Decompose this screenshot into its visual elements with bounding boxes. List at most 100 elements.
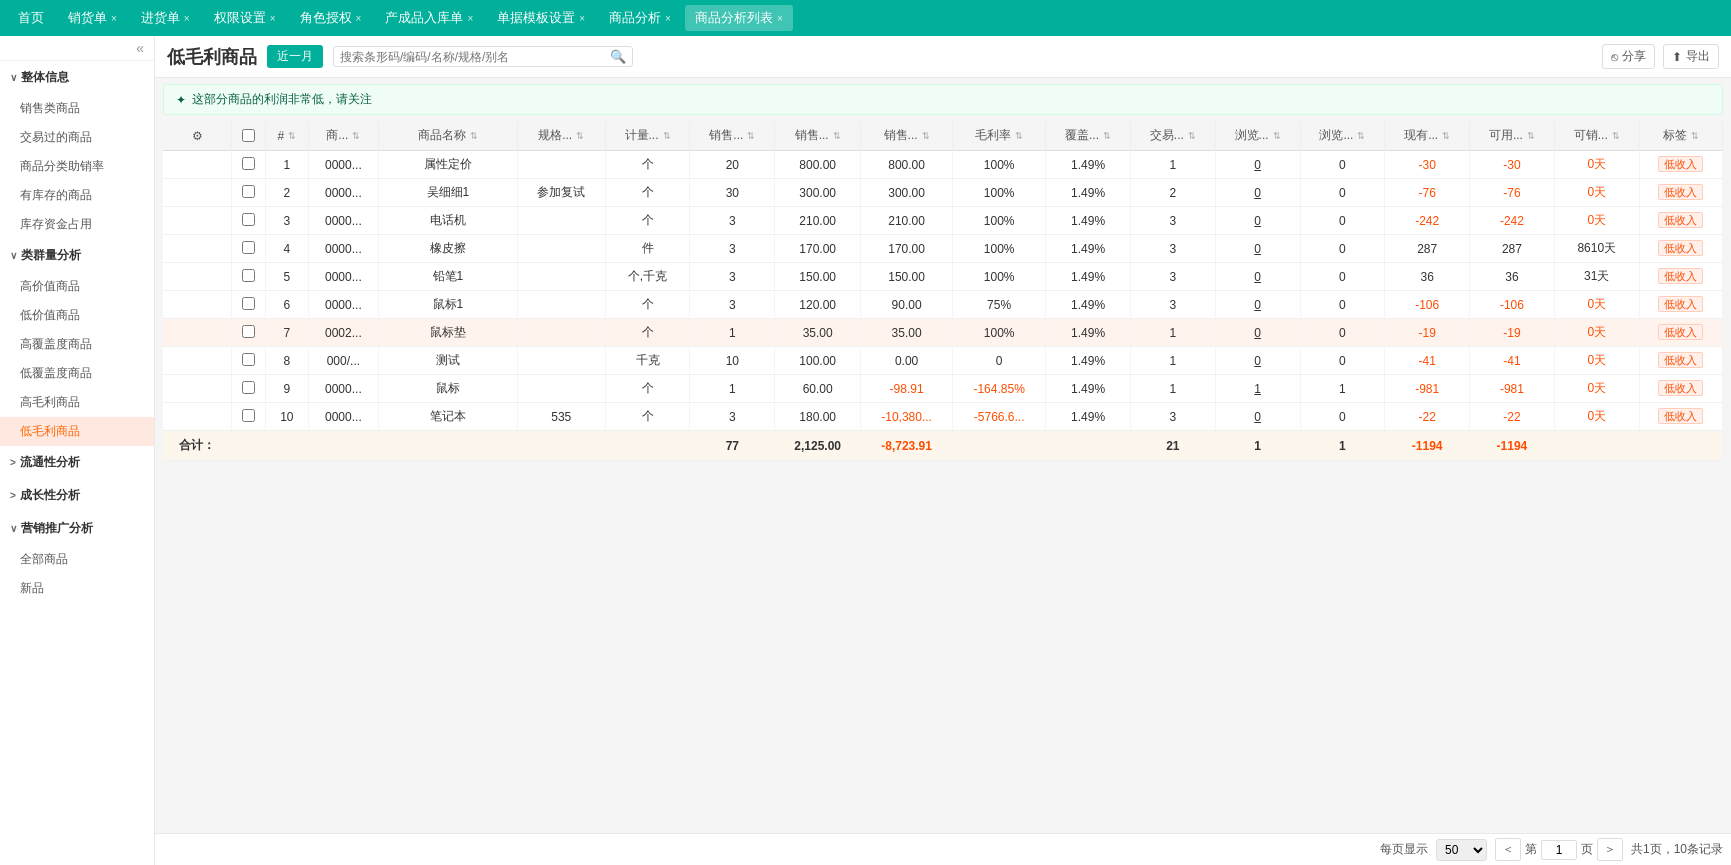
sort-icon-name[interactable]: ⇅	[470, 131, 478, 141]
col-header-trade_count[interactable]: 交易...⇅	[1130, 121, 1215, 151]
nav-close-商品分析列表[interactable]: ×	[777, 13, 783, 24]
cell-browse1-3[interactable]: 0	[1215, 235, 1300, 263]
col-header-setting[interactable]: ⚙	[163, 121, 232, 151]
sort-icon-sale_price[interactable]: ⇅	[833, 131, 841, 141]
nav-item-角色授权[interactable]: 角色授权×	[290, 5, 372, 31]
sort-icon-sale_amount[interactable]: ⇅	[922, 131, 930, 141]
cell-tag-1[interactable]: 低收入	[1639, 179, 1722, 207]
browse-link-3[interactable]: 0	[1254, 242, 1261, 256]
browse-link-6[interactable]: 0	[1254, 326, 1261, 340]
nav-close-销货单[interactable]: ×	[111, 13, 117, 24]
action-btn-导出[interactable]: ⬆导出	[1663, 44, 1719, 69]
browse-link-0[interactable]: 0	[1254, 158, 1261, 172]
filter-button[interactable]: 近一月	[267, 45, 323, 68]
row-checkbox-4[interactable]	[242, 269, 255, 282]
nav-item-商品分析列表[interactable]: 商品分析列表×	[685, 5, 793, 31]
col-header-available[interactable]: 可用...⇅	[1470, 121, 1555, 151]
sidebar-item-1-5[interactable]: 低毛利商品	[0, 417, 154, 446]
sidebar-collapse-btn[interactable]: «	[132, 40, 148, 56]
sidebar-item-1-3[interactable]: 低覆盖度商品	[0, 359, 154, 388]
nav-item-销货单[interactable]: 销货单×	[58, 5, 127, 31]
sidebar-item-0-2[interactable]: 商品分类助销率	[0, 152, 154, 181]
next-page-btn[interactable]: ＞	[1597, 838, 1623, 861]
col-header-sale_amount[interactable]: 销售...⇅	[861, 121, 953, 151]
sort-icon-gross_rate[interactable]: ⇅	[1015, 131, 1023, 141]
cell-browse1-0[interactable]: 0	[1215, 151, 1300, 179]
sidebar-item-0-4[interactable]: 库存资金占用	[0, 210, 154, 239]
sidebar-item-1-0[interactable]: 高价值商品	[0, 272, 154, 301]
col-header-no[interactable]: #⇅	[265, 121, 308, 151]
search-input[interactable]	[340, 50, 610, 64]
cell-browse1-4[interactable]: 0	[1215, 263, 1300, 291]
cell-tag-9[interactable]: 低收入	[1639, 403, 1722, 431]
sidebar-item-0-1[interactable]: 交易过的商品	[0, 123, 154, 152]
cell-tag-7[interactable]: 低收入	[1639, 347, 1722, 375]
browse-link-7[interactable]: 0	[1254, 354, 1261, 368]
sidebar-item-1-1[interactable]: 低价值商品	[0, 301, 154, 330]
col-header-saleable[interactable]: 可销...⇅	[1554, 121, 1639, 151]
nav-close-单据模板设置[interactable]: ×	[579, 13, 585, 24]
prev-page-btn[interactable]: ＜	[1495, 838, 1521, 861]
cell-tag-5[interactable]: 低收入	[1639, 291, 1722, 319]
col-header-spec[interactable]: 规格...⇅	[517, 121, 605, 151]
nav-item-商品分析[interactable]: 商品分析×	[599, 5, 681, 31]
row-checkbox-7[interactable]	[242, 353, 255, 366]
cell-tag-0[interactable]: 低收入	[1639, 151, 1722, 179]
nav-close-进货单[interactable]: ×	[184, 13, 190, 24]
sort-icon-saleable[interactable]: ⇅	[1612, 131, 1620, 141]
per-page-select[interactable]: 5020100	[1436, 839, 1487, 861]
sort-icon-tag[interactable]: ⇅	[1691, 131, 1699, 141]
page-input[interactable]	[1541, 840, 1577, 860]
col-header-current_stock[interactable]: 现有...⇅	[1385, 121, 1470, 151]
cell-tag-3[interactable]: 低收入	[1639, 235, 1722, 263]
sort-icon-code[interactable]: ⇅	[352, 131, 360, 141]
sidebar-group-1[interactable]: ∨类群量分析	[0, 239, 154, 272]
col-header-sale_qty[interactable]: 销售...⇅	[690, 121, 775, 151]
sort-icon-spec[interactable]: ⇅	[576, 131, 584, 141]
cell-browse1-7[interactable]: 0	[1215, 347, 1300, 375]
browse-link-1[interactable]: 0	[1254, 186, 1261, 200]
col-header-name[interactable]: 商品名称⇅	[379, 121, 518, 151]
row-checkbox-2[interactable]	[242, 213, 255, 226]
browse-link-2[interactable]: 0	[1254, 214, 1261, 228]
sidebar-group-3[interactable]: >成长性分析	[0, 479, 154, 512]
cell-browse1-1[interactable]: 0	[1215, 179, 1300, 207]
sidebar-item-0-3[interactable]: 有库存的商品	[0, 181, 154, 210]
col-header-check[interactable]	[232, 121, 266, 151]
nav-close-角色授权[interactable]: ×	[356, 13, 362, 24]
browse-link-5[interactable]: 0	[1254, 298, 1261, 312]
sort-icon-unit[interactable]: ⇅	[663, 131, 671, 141]
nav-close-商品分析[interactable]: ×	[665, 13, 671, 24]
search-icon[interactable]: 🔍	[610, 49, 626, 64]
row-checkbox-0[interactable]	[242, 157, 255, 170]
nav-item-权限设置[interactable]: 权限设置×	[204, 5, 286, 31]
col-header-code[interactable]: 商...⇅	[308, 121, 378, 151]
sort-icon-available[interactable]: ⇅	[1527, 131, 1535, 141]
sidebar-item-1-4[interactable]: 高毛利商品	[0, 388, 154, 417]
row-checkbox-6[interactable]	[242, 325, 255, 338]
cell-tag-8[interactable]: 低收入	[1639, 375, 1722, 403]
cell-browse1-6[interactable]: 0	[1215, 319, 1300, 347]
cell-browse1-9[interactable]: 0	[1215, 403, 1300, 431]
cell-browse1-8[interactable]: 1	[1215, 375, 1300, 403]
row-checkbox-1[interactable]	[242, 185, 255, 198]
cell-browse1-2[interactable]: 0	[1215, 207, 1300, 235]
sidebar-group-4[interactable]: ∨营销推广分析	[0, 512, 154, 545]
sidebar-group-0[interactable]: ∨整体信息	[0, 61, 154, 94]
sort-icon-trade_count[interactable]: ⇅	[1188, 131, 1196, 141]
cell-tag-2[interactable]: 低收入	[1639, 207, 1722, 235]
row-checkbox-9[interactable]	[242, 409, 255, 422]
sidebar-item-1-2[interactable]: 高覆盖度商品	[0, 330, 154, 359]
col-header-sale_price[interactable]: 销售...⇅	[775, 121, 861, 151]
cell-browse1-5[interactable]: 0	[1215, 291, 1300, 319]
select-all-checkbox[interactable]	[242, 129, 255, 142]
sidebar-group-2[interactable]: >流通性分析	[0, 446, 154, 479]
sort-icon-cover_rate[interactable]: ⇅	[1103, 131, 1111, 141]
sort-icon-browse2[interactable]: ⇅	[1357, 131, 1365, 141]
sidebar-item-0-0[interactable]: 销售类商品	[0, 94, 154, 123]
row-checkbox-3[interactable]	[242, 241, 255, 254]
col-header-tag[interactable]: 标签⇅	[1639, 121, 1722, 151]
sidebar-item-4-1[interactable]: 新品	[0, 574, 154, 603]
nav-item-单据模板设置[interactable]: 单据模板设置×	[487, 5, 595, 31]
sort-icon-no[interactable]: ⇅	[288, 131, 296, 141]
